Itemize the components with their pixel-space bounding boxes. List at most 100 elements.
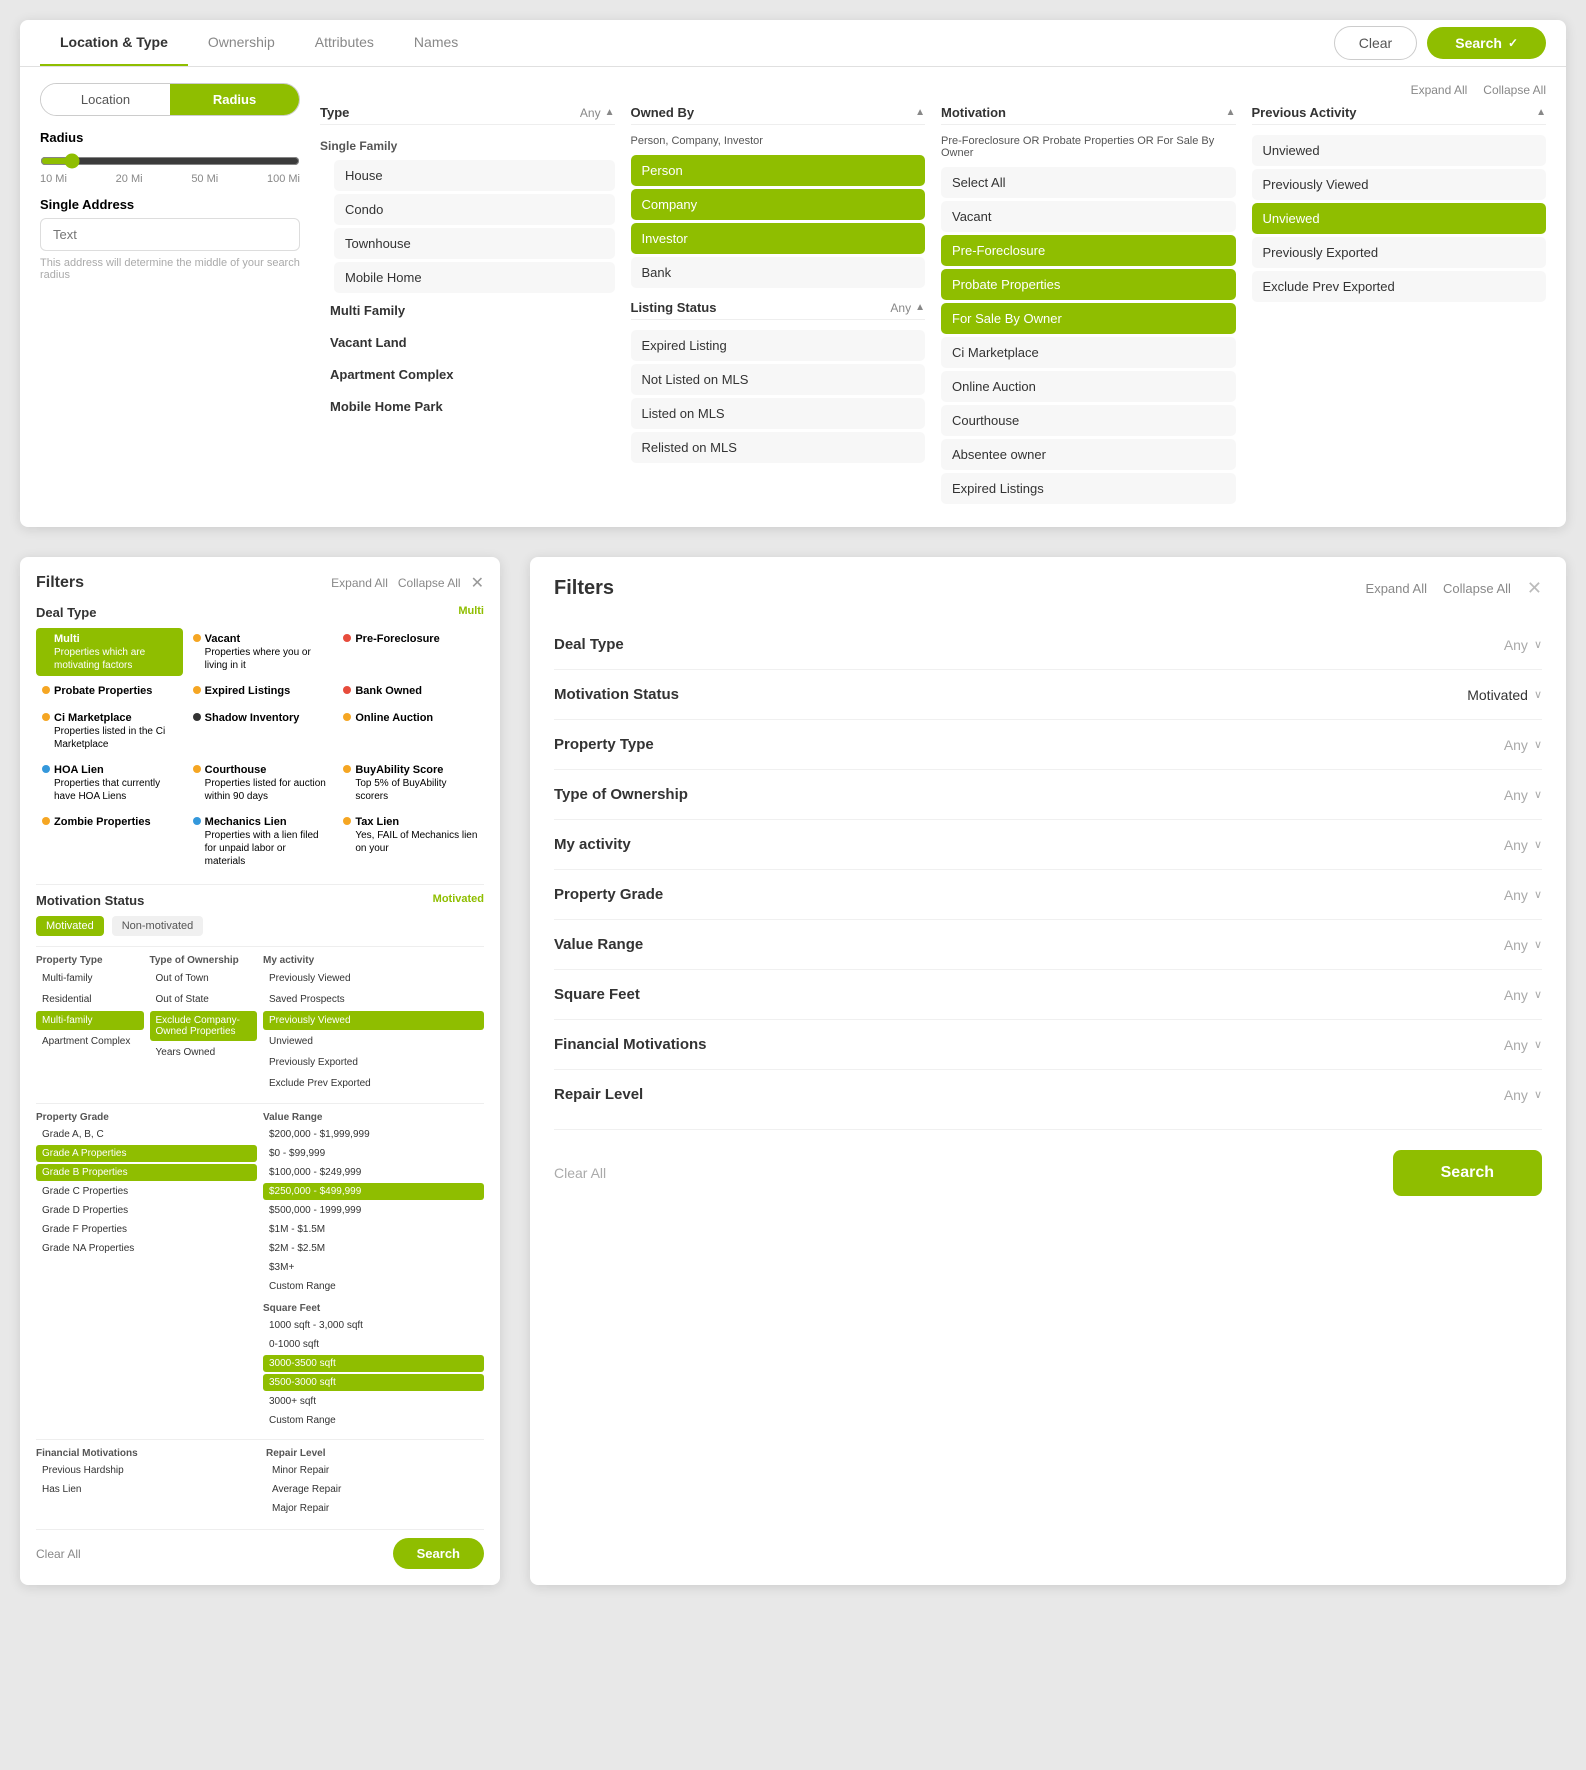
value-2m-2.5m[interactable]: $2M - $2.5M [263,1240,484,1257]
motivated-tag[interactable]: Motivated [36,916,104,936]
expand-all-right[interactable]: Expand All [1366,581,1427,596]
sqft-3500-3000[interactable]: 3500-3000 sqft [263,1374,484,1391]
filter-value-property-grade[interactable]: Any ∨ [1504,887,1542,903]
clear-button[interactable]: Clear [1334,26,1417,60]
deal-online-auction[interactable]: Online Auction [337,707,484,755]
filter-value-property-type[interactable]: Any ∨ [1504,737,1542,753]
ownership-out-of-state[interactable]: Out of State [150,990,258,1009]
deal-hoa-lien[interactable]: HOA Lien Properties that currently have … [36,759,183,807]
activity-previously-viewed[interactable]: Previously Viewed [1252,169,1547,200]
listing-not-mls[interactable]: Not Listed on MLS [631,364,926,395]
deal-mechanics-lien[interactable]: Mechanics Lien Properties with a lien fi… [187,811,334,872]
activity-exclude-prev-exported[interactable]: Exclude Prev Exported [1252,271,1547,302]
grade-c[interactable]: Grade C Properties [36,1183,257,1200]
ownership-exclude-company[interactable]: Exclude Company-Owned Properties [150,1011,258,1041]
motivation-probate[interactable]: Probate Properties [941,269,1236,300]
filter-value-motivation[interactable]: Motivated ∨ [1467,687,1542,703]
motivation-absentee[interactable]: Absentee owner [941,439,1236,470]
collapse-all-top[interactable]: Collapse All [1483,83,1546,97]
clear-all-button-left[interactable]: Clear All [36,1547,81,1561]
activity-saved[interactable]: Saved Prospects [263,990,484,1009]
tab-attributes[interactable]: Attributes [295,20,394,66]
grade-abc[interactable]: Grade A, B, C [36,1126,257,1143]
value-custom[interactable]: Custom Range [263,1278,484,1295]
collapse-all-left[interactable]: Collapse All [398,576,461,590]
radius-btn[interactable]: Radius [170,84,299,115]
deal-expired[interactable]: Expired Listings [187,680,334,702]
location-btn[interactable]: Location [41,84,170,115]
financial-hardship[interactable]: Previous Hardship [36,1462,254,1479]
search-button-top[interactable]: Search ✓ [1427,27,1546,59]
motivation-online-auction[interactable]: Online Auction [941,371,1236,402]
close-icon-right[interactable]: ✕ [1527,578,1542,599]
repair-minor[interactable]: Minor Repair [266,1462,484,1479]
financial-has-lien[interactable]: Has Lien [36,1481,254,1498]
deal-bank-owned[interactable]: Bank Owned [337,680,484,702]
activity-previously-exported[interactable]: Previously Exported [1252,237,1547,268]
ownership-out-of-town[interactable]: Out of Town [150,969,258,988]
grade-b[interactable]: Grade B Properties [36,1164,257,1181]
non-motivated-tag[interactable]: Non-motivated [112,916,204,936]
grade-f[interactable]: Grade F Properties [36,1221,257,1238]
filter-value-value-range[interactable]: Any ∨ [1504,937,1542,953]
filter-value-my-activity[interactable]: Any ∨ [1504,837,1542,853]
sqft-custom[interactable]: Custom Range [263,1412,484,1429]
tab-location-type[interactable]: Location & Type [40,20,188,66]
deal-ci-marketplace[interactable]: Ci Marketplace Properties listed in the … [36,707,183,755]
value-0-99k[interactable]: $0 - $99,999 [263,1145,484,1162]
activity-unviewed-selected[interactable]: Unviewed [1252,203,1547,234]
search-button-right[interactable]: Search [1393,1150,1542,1196]
sqft-3000plus[interactable]: 3000+ sqft [263,1393,484,1410]
listing-expired[interactable]: Expired Listing [631,330,926,361]
clear-all-button-right[interactable]: Clear All [554,1165,606,1181]
grade-a[interactable]: Grade A Properties [36,1145,257,1162]
value-100k-249k[interactable]: $100,000 - $249,999 [263,1164,484,1181]
activity-prev-viewed[interactable]: Previously Viewed [263,969,484,988]
filter-value-deal-type[interactable]: Any ∨ [1504,637,1542,653]
collapse-all-right[interactable]: Collapse All [1443,581,1511,596]
sqft-3000-3500[interactable]: 3000-3500 sqft [263,1355,484,1372]
radius-slider[interactable] [40,153,300,169]
type-mobile-home[interactable]: Mobile Home [334,262,615,293]
tab-names[interactable]: Names [394,20,478,66]
motivation-pre-foreclosure[interactable]: Pre-Foreclosure [941,235,1236,266]
type-townhouse[interactable]: Townhouse [334,228,615,259]
deal-vacant[interactable]: Vacant Properties where you or living in… [187,628,334,676]
close-icon-left[interactable]: ✕ [471,573,484,593]
value-500k-2m[interactable]: $500,000 - 1999,999 [263,1202,484,1219]
activity-unviewed[interactable]: Unviewed [1252,135,1547,166]
filter-value-financial[interactable]: Any ∨ [1504,1037,1542,1053]
address-input[interactable] [40,218,300,251]
ownership-years-owned[interactable]: Years Owned [150,1043,258,1062]
activity-exclude-prev[interactable]: Exclude Prev Exported [263,1074,484,1093]
listing-listed-mls[interactable]: Listed on MLS [631,398,926,429]
sqft-1000-3000[interactable]: 1000 sqft - 3,000 sqft [263,1317,484,1334]
vacant-land[interactable]: Vacant Land [320,328,615,357]
value-1m-1.5m[interactable]: $1M - $1.5M [263,1221,484,1238]
filter-value-repair[interactable]: Any ∨ [1504,1087,1542,1103]
filter-value-square-feet[interactable]: Any ∨ [1504,987,1542,1003]
deal-multi[interactable]: Multi Properties which are motivating fa… [36,628,183,676]
owned-by-bank[interactable]: Bank [631,257,926,288]
motivation-vacant[interactable]: Vacant [941,201,1236,232]
search-button-left[interactable]: Search [393,1538,484,1569]
activity-prev-viewed-sel[interactable]: Previously Viewed [263,1011,484,1030]
motivation-for-sale-by-owner[interactable]: For Sale By Owner [941,303,1236,334]
grade-d[interactable]: Grade D Properties [36,1202,257,1219]
owned-by-investor[interactable]: Investor [631,223,926,254]
value-3m[interactable]: $3M+ [263,1259,484,1276]
prop-multi-family-sel[interactable]: Multi-family [36,1011,144,1030]
tab-ownership[interactable]: Ownership [188,20,295,66]
type-house[interactable]: House [334,160,615,191]
repair-major[interactable]: Major Repair [266,1500,484,1517]
deal-tax-lien[interactable]: Tax Lien Yes, FAIL of Mechanics lien on … [337,811,484,872]
mobile-home-park[interactable]: Mobile Home Park [320,392,615,421]
deal-pre-foreclosure[interactable]: Pre-Foreclosure [337,628,484,676]
prop-apartment[interactable]: Apartment Complex [36,1032,144,1051]
prop-residential[interactable]: Residential [36,990,144,1009]
deal-zombie[interactable]: Zombie Properties [36,811,183,872]
motivation-courthouse[interactable]: Courthouse [941,405,1236,436]
sqft-0-1000[interactable]: 0-1000 sqft [263,1336,484,1353]
motivation-ci-marketplace[interactable]: Ci Marketplace [941,337,1236,368]
expand-all-top[interactable]: Expand All [1411,83,1468,97]
